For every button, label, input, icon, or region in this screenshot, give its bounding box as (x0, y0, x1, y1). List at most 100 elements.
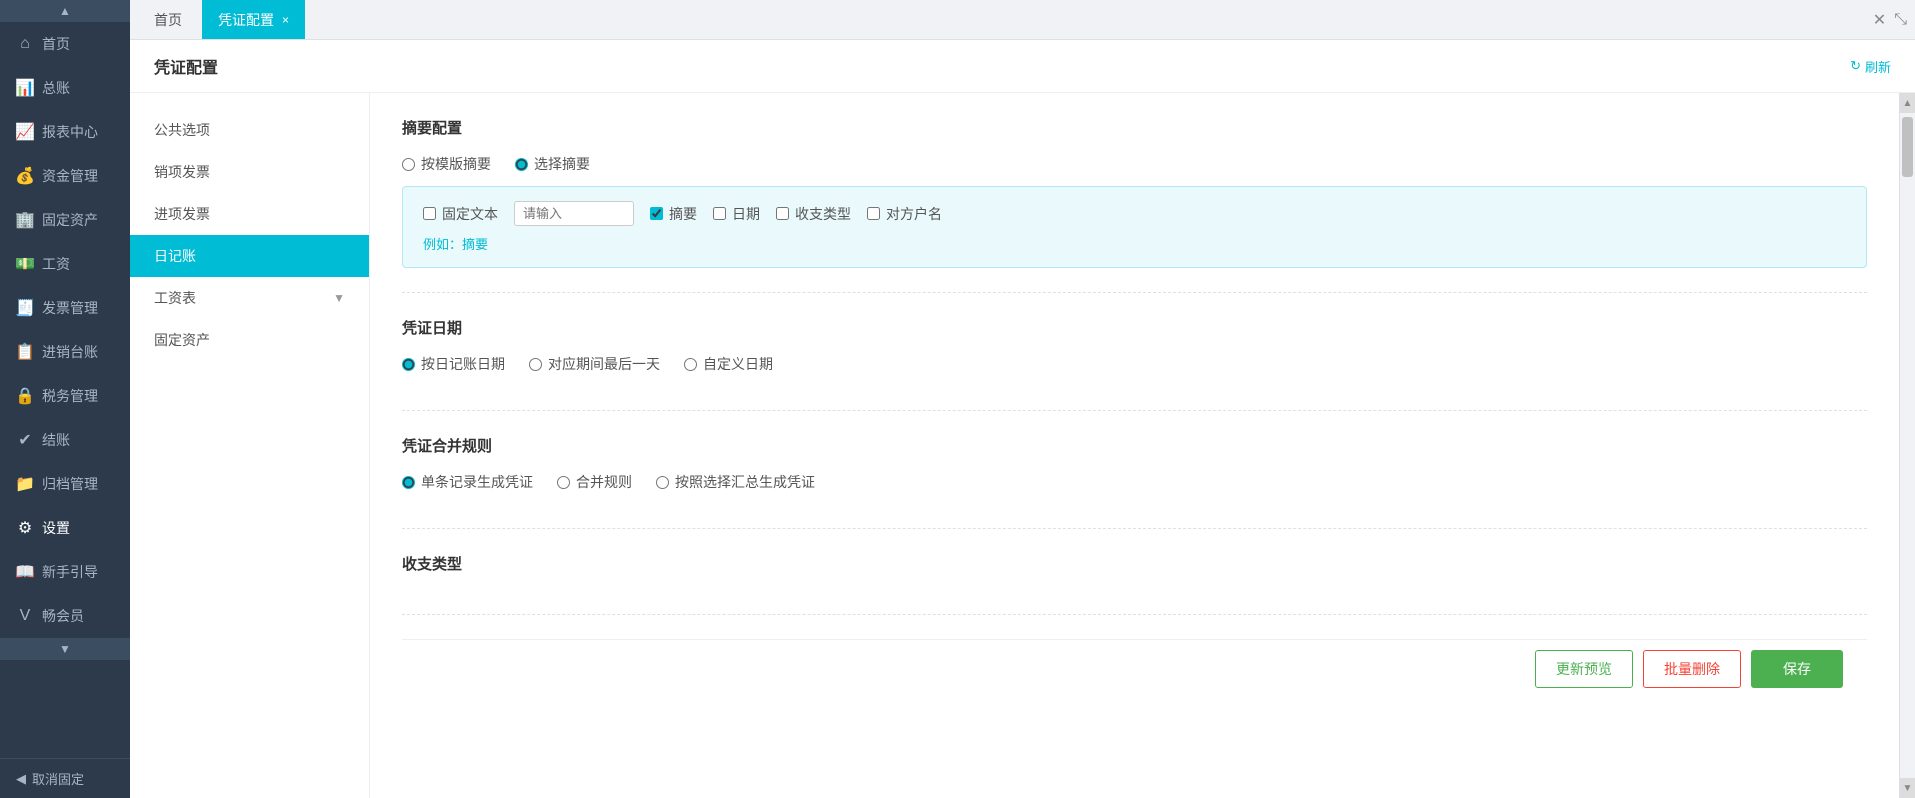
settings-icon: ⚙ (16, 519, 34, 537)
tax-icon: 🔒 (16, 387, 34, 405)
footer-actions: 更新预览 批量删除 保存 (402, 639, 1867, 698)
sidebar-item-label: 进销台账 (42, 342, 98, 362)
summary-title: 摘要配置 (402, 117, 1867, 138)
batch-delete-button[interactable]: 批量删除 (1643, 650, 1741, 688)
unpin-label: 取消固定 (32, 769, 84, 788)
nav-item-public[interactable]: 公共选项 (130, 109, 369, 151)
sidebar-scroll-down[interactable]: ▼ (0, 638, 130, 660)
tab-home[interactable]: 首页 (138, 0, 198, 39)
sidebar-item-salary[interactable]: 💵 工资 (0, 242, 130, 286)
sidebar-item-tax[interactable]: 🔒 税务管理 (0, 374, 130, 418)
abstract-checkbox-item[interactable]: 摘要 (650, 204, 697, 224)
date-checkbox[interactable] (713, 207, 726, 220)
date-checkbox-item[interactable]: 日期 (713, 204, 760, 224)
summary-mode-row: 按模版摘要 选择摘要 (402, 154, 1867, 174)
sidebar-item-ledger[interactable]: 📊 总账 (0, 66, 130, 110)
restore-window-icon[interactable]: ⤡ (1894, 11, 1907, 29)
sidebar-item-settings[interactable]: ⚙ 设置 (0, 506, 130, 550)
close-accounts-icon: ✔ (16, 431, 34, 449)
ledger-icon: 📊 (16, 79, 34, 97)
sidebar-unpin[interactable]: ◀ 取消固定 (0, 758, 130, 798)
tab-voucher-config[interactable]: 凭证配置 × (202, 0, 305, 39)
sidebar-item-reports[interactable]: 📈 报表中心 (0, 110, 130, 154)
sidebar-item-label: 新手引导 (42, 562, 98, 582)
custom-date-radio[interactable] (684, 358, 697, 371)
sidebar-item-archive[interactable]: 📁 归档管理 (0, 462, 130, 506)
salary-icon: 💵 (16, 255, 34, 273)
merge-rule-label: 合并规则 (576, 472, 632, 492)
journal-date-option[interactable]: 按日记账日期 (402, 354, 505, 374)
nav-item-purchase-invoice[interactable]: 进项发票 (130, 193, 369, 235)
merge-rule-option[interactable]: 合并规则 (557, 472, 632, 492)
sidebar-item-purchase-sales[interactable]: 📋 进销台账 (0, 330, 130, 374)
merge-title: 凭证合并规则 (402, 435, 1867, 456)
summary-template-radio[interactable] (402, 158, 415, 171)
nav-item-sales-invoice[interactable]: 销项发票 (130, 151, 369, 193)
period-last-option[interactable]: 对应期间最后一天 (529, 354, 660, 374)
custom-date-option[interactable]: 自定义日期 (684, 354, 773, 374)
sidebar-item-member[interactable]: V 畅会员 (0, 594, 130, 638)
sidebar-item-close[interactable]: ✔ 结账 (0, 418, 130, 462)
page-title: 凭证配置 (154, 54, 218, 78)
nav-item-journal[interactable]: 日记账 (130, 235, 369, 277)
select-total-radio[interactable] (656, 476, 669, 489)
fixed-text-checkbox-item[interactable]: 固定文本 (423, 204, 498, 224)
voucher-date-section: 凭证日期 按日记账日期 对应期间最后一天 自定义日期 (402, 317, 1867, 411)
counterpart-checkbox[interactable] (867, 207, 880, 220)
fixed-text-checkbox[interactable] (423, 207, 436, 220)
fixed-text-input[interactable] (514, 201, 634, 226)
fixed-text-label: 固定文本 (442, 204, 498, 224)
archive-icon: 📁 (16, 475, 34, 493)
merge-section: 凭证合并规则 单条记录生成凭证 合并规则 按照选择汇总生成凭证 (402, 435, 1867, 529)
counterpart-checkbox-item[interactable]: 对方户名 (867, 204, 942, 224)
sidebar-item-label: 报表中心 (42, 122, 98, 142)
journal-date-radio[interactable] (402, 358, 415, 371)
guide-icon: 📖 (16, 563, 34, 581)
update-preview-button[interactable]: 更新预览 (1535, 650, 1633, 688)
summary-template-option[interactable]: 按模版摘要 (402, 154, 491, 174)
income-type-checkbox-item[interactable]: 收支类型 (776, 204, 851, 224)
sidebar-item-label: 设置 (42, 518, 70, 538)
abstract-checkbox[interactable] (650, 207, 663, 220)
unpin-icon: ◀ (16, 771, 26, 787)
scroll-bar[interactable] (1902, 117, 1913, 177)
summary-template-label: 按模版摘要 (421, 154, 491, 174)
single-record-radio[interactable] (402, 476, 415, 489)
summary-select-radio[interactable] (515, 158, 528, 171)
main-area: 首页 凭证配置 × ✕ ⤡ 凭证配置 ↻ 刷新 公共选项 (130, 0, 1915, 798)
tab-label: 凭证配置 (218, 10, 274, 30)
sidebar-item-assets[interactable]: 🏢 固定资产 (0, 198, 130, 242)
scroll-up-arrow[interactable]: ▲ (1900, 93, 1915, 113)
sidebar-item-label: 畅会员 (42, 606, 84, 626)
sidebar-item-invoice[interactable]: 🧾 发票管理 (0, 286, 130, 330)
save-button[interactable]: 保存 (1751, 650, 1843, 688)
content-body: 公共选项 销项发票 进项发票 日记账 工资表 ▼ 固定资产 (130, 93, 1915, 798)
right-content: 摘要配置 按模版摘要 选择摘要 (370, 93, 1899, 798)
scroll-down-arrow[interactable]: ▼ (1900, 778, 1915, 798)
single-record-option[interactable]: 单条记录生成凭证 (402, 472, 533, 492)
tab-close-button[interactable]: × (282, 13, 289, 27)
period-last-radio[interactable] (529, 358, 542, 371)
sidebar-item-guide[interactable]: 📖 新手引导 (0, 550, 130, 594)
sidebar-item-label: 结账 (42, 430, 70, 450)
summary-config-box: 固定文本 摘要 日期 (402, 186, 1867, 268)
date-options-row: 按日记账日期 对应期间最后一天 自定义日期 (402, 354, 1867, 374)
outer-scrollbar: ▲ ▼ (1899, 93, 1915, 798)
summary-options-row: 固定文本 摘要 日期 (423, 201, 1846, 226)
sidebar-item-funds[interactable]: 💰 资金管理 (0, 154, 130, 198)
merge-rule-radio[interactable] (557, 476, 570, 489)
date-label: 日期 (732, 204, 760, 224)
refresh-button[interactable]: ↻ 刷新 (1850, 57, 1891, 76)
tab-bar: 首页 凭证配置 × ✕ ⤡ (130, 0, 1915, 40)
home-icon: ⌂ (16, 35, 34, 53)
sidebar-item-label: 工资 (42, 254, 70, 274)
income-type-checkbox[interactable] (776, 207, 789, 220)
sidebar-item-home[interactable]: ⌂ 首页 (0, 22, 130, 66)
close-window-icon[interactable]: ✕ (1873, 10, 1886, 30)
select-total-option[interactable]: 按照选择汇总生成凭证 (656, 472, 815, 492)
summary-select-option[interactable]: 选择摘要 (515, 154, 590, 174)
sidebar-scroll-up[interactable]: ▲ (0, 0, 130, 22)
merge-options-row: 单条记录生成凭证 合并规则 按照选择汇总生成凭证 (402, 472, 1867, 492)
nav-item-payroll[interactable]: 工资表 ▼ (130, 277, 369, 319)
nav-item-fixed-assets[interactable]: 固定资产 (130, 319, 369, 361)
